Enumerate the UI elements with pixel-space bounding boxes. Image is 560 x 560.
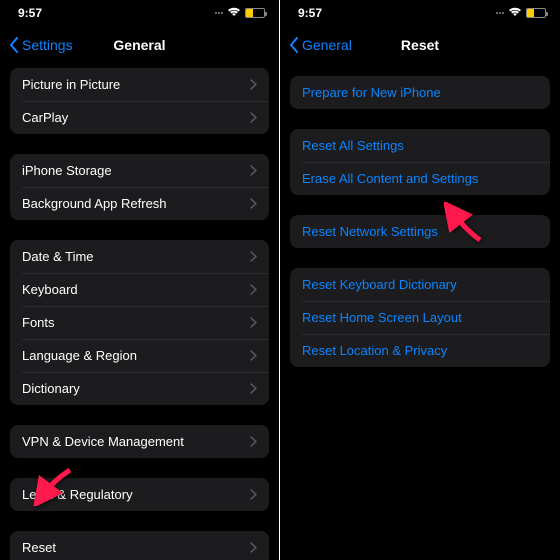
settings-content: Prepare for New iPhone Reset All Settings… [280, 64, 560, 367]
settings-row[interactable]: Fonts [10, 306, 269, 339]
settings-group: ResetShut Down [10, 531, 269, 560]
settings-group: VPN & Device Management [10, 425, 269, 458]
settings-group: Reset Network Settings [290, 215, 550, 248]
row-label: iPhone Storage [22, 163, 112, 178]
chevron-right-icon [250, 436, 257, 447]
row-label: Erase All Content and Settings [302, 171, 478, 186]
chevron-right-icon [250, 542, 257, 553]
settings-row[interactable]: Prepare for New iPhone [290, 76, 550, 109]
row-label: Reset [22, 540, 56, 555]
row-label: Reset Location & Privacy [302, 343, 447, 358]
row-label: Keyboard [22, 282, 78, 297]
row-label: VPN & Device Management [22, 434, 184, 449]
wifi-icon [508, 6, 522, 20]
battery-icon [526, 8, 546, 18]
battery-icon [245, 8, 265, 18]
chevron-right-icon [250, 284, 257, 295]
row-label: Language & Region [22, 348, 137, 363]
chevron-right-icon [250, 112, 257, 123]
settings-group: Picture in Picture CarPlay [10, 68, 269, 134]
phone-general-screen: 9:57 Settings General Picture in Picture… [0, 0, 280, 560]
row-label: Background App Refresh [22, 196, 167, 211]
chevron-right-icon [250, 79, 257, 90]
cellular-dots-icon [215, 12, 223, 14]
status-time: 9:57 [298, 6, 322, 20]
row-label: Legal & Regulatory [22, 487, 133, 502]
row-label: Prepare for New iPhone [302, 85, 441, 100]
chevron-right-icon [250, 251, 257, 262]
settings-row[interactable]: Erase All Content and Settings [290, 162, 550, 195]
settings-content: Picture in Picture CarPlay iPhone Storage B… [0, 68, 279, 560]
settings-row[interactable]: CarPlay [10, 101, 269, 134]
settings-group: Date & Time Keyboard Fonts Language & Regio… [10, 240, 269, 405]
settings-row[interactable]: Reset All Settings [290, 129, 550, 162]
nav-title: Reset [280, 37, 560, 53]
settings-group: Prepare for New iPhone [290, 76, 550, 109]
settings-row[interactable]: Reset [10, 531, 269, 560]
status-right [215, 6, 265, 20]
status-bar: 9:57 [0, 0, 279, 26]
chevron-right-icon [250, 383, 257, 394]
row-label: Reset Keyboard Dictionary [302, 277, 457, 292]
chevron-right-icon [250, 350, 257, 361]
nav-bar: General Reset [280, 26, 560, 64]
settings-row[interactable]: Dictionary [10, 372, 269, 405]
row-label: Fonts [22, 315, 55, 330]
settings-row[interactable]: iPhone Storage [10, 154, 269, 187]
status-right [496, 6, 546, 20]
nav-bar: Settings General [0, 26, 279, 64]
settings-group: Legal & Regulatory [10, 478, 269, 511]
chevron-right-icon [250, 198, 257, 209]
chevron-right-icon [250, 317, 257, 328]
cellular-dots-icon [496, 12, 504, 14]
phone-reset-screen: 9:57 General Reset Prepare for New iPhon… [280, 0, 560, 560]
settings-row[interactable]: VPN & Device Management [10, 425, 269, 458]
row-label: Reset Home Screen Layout [302, 310, 462, 325]
settings-group: Reset All Settings Erase All Content and … [290, 129, 550, 195]
wifi-icon [227, 6, 241, 20]
row-label: CarPlay [22, 110, 68, 125]
row-label: Dictionary [22, 381, 80, 396]
settings-row[interactable]: Picture in Picture [10, 68, 269, 101]
row-label: Picture in Picture [22, 77, 120, 92]
settings-row[interactable]: Reset Home Screen Layout [290, 301, 550, 334]
row-label: Reset Network Settings [302, 224, 438, 239]
settings-group: iPhone Storage Background App Refresh [10, 154, 269, 220]
row-label: Reset All Settings [302, 138, 404, 153]
status-bar: 9:57 [280, 0, 560, 26]
nav-title: General [0, 37, 279, 53]
settings-row[interactable]: Reset Location & Privacy [290, 334, 550, 367]
settings-row[interactable]: Reset Network Settings [290, 215, 550, 248]
settings-row[interactable]: Date & Time [10, 240, 269, 273]
status-time: 9:57 [18, 6, 42, 20]
settings-row[interactable]: Reset Keyboard Dictionary [290, 268, 550, 301]
row-label: Date & Time [22, 249, 94, 264]
chevron-right-icon [250, 165, 257, 176]
settings-row[interactable]: Keyboard [10, 273, 269, 306]
settings-row[interactable]: Language & Region [10, 339, 269, 372]
chevron-right-icon [250, 489, 257, 500]
settings-group: Reset Keyboard Dictionary Reset Home Scre… [290, 268, 550, 367]
settings-row[interactable]: Background App Refresh [10, 187, 269, 220]
settings-row[interactable]: Legal & Regulatory [10, 478, 269, 511]
